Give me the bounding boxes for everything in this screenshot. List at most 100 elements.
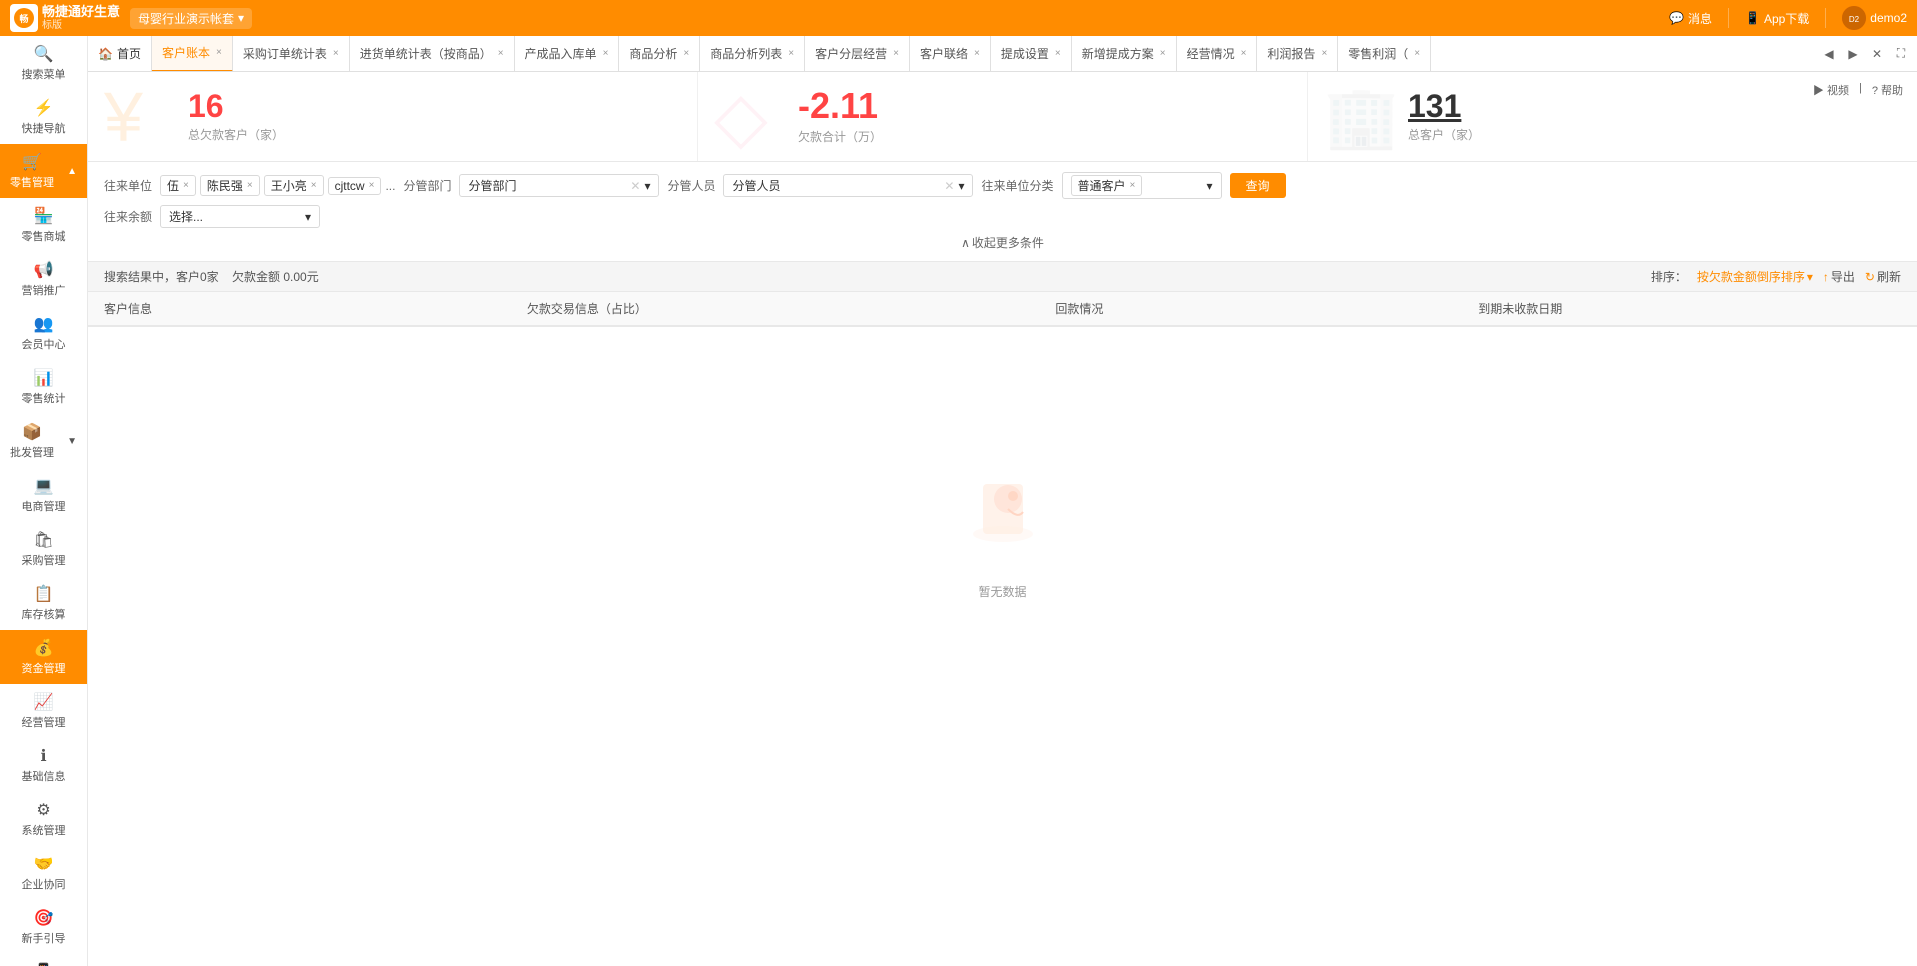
tab-customer-contact-label: 客户联络	[920, 45, 968, 62]
tab-scroll-right[interactable]: ▶	[1843, 44, 1863, 64]
tab-home[interactable]: 🏠 首页	[88, 36, 152, 72]
sidebar-item-operation[interactable]: 📈 经营管理	[0, 684, 87, 738]
sidebar-item-purchase[interactable]: 🛍 采购管理	[0, 522, 87, 576]
sidebar-item-system[interactable]: ⚙ 系统管理	[0, 792, 87, 846]
filter-tag-1-label: 伍	[167, 177, 179, 194]
dept-select[interactable]: 分管部门 ✕ ▾	[459, 174, 659, 197]
stats-help: ▶ 视频 | ? 帮助	[1813, 82, 1903, 98]
results-bar: 搜索结果中，客户0家 欠款金额 0.00元 排序： 按欠款金额倒序排序 ▾ ↑ …	[88, 262, 1917, 292]
sidebar-item-newcomer[interactable]: 🎯 新手引导	[0, 900, 87, 954]
filter-tag-3: 王小亮 ×	[264, 175, 324, 196]
tab-raise-settings[interactable]: 提成设置 ×	[991, 36, 1072, 72]
person-clear-icon[interactable]: ✕	[944, 179, 954, 193]
tab-retail-profit[interactable]: 零售利润（ ×	[1338, 36, 1431, 72]
tab-cost-inbound[interactable]: 产成品入库单 ×	[515, 36, 620, 72]
sidebar-item-retail-mall[interactable]: 🏪 零售商城	[0, 198, 87, 252]
filter-tag-2-remove[interactable]: ×	[247, 180, 253, 191]
tab-raise-settings-close[interactable]: ×	[1055, 48, 1061, 59]
sidebar-item-app-center[interactable]: 📱 应用中心	[0, 954, 87, 966]
filter-tag-3-remove[interactable]: ×	[311, 180, 317, 191]
tab-product-analysis-list-close[interactable]: ×	[788, 48, 794, 59]
tab-inbound-close[interactable]: ×	[498, 48, 504, 59]
refresh-btn[interactable]: ↻ 刷新	[1865, 268, 1901, 285]
tab-cost-inbound-close[interactable]: ×	[603, 48, 609, 59]
export-btn[interactable]: ↑ 导出	[1823, 268, 1855, 285]
tab-product-analysis-list-label: 商品分析列表	[710, 45, 782, 62]
stat-total-customers-label: 总客户（家）	[1408, 126, 1480, 143]
sidebar-item-enterprise[interactable]: 🤝 企业协同	[0, 846, 87, 900]
person-select[interactable]: 分管人员 ✕ ▾	[723, 174, 973, 197]
dept-clear-icon[interactable]: ✕	[630, 179, 640, 193]
filter-tag-1-remove[interactable]: ×	[183, 180, 189, 191]
sidebar-item-ecommerce[interactable]: 💻 电商管理	[0, 468, 87, 522]
message-btn[interactable]: 💬 消息	[1669, 10, 1712, 27]
tab-fullscreen[interactable]: ⛶	[1891, 44, 1911, 64]
tab-purchase-orders[interactable]: 采购订单统计表 ×	[233, 36, 350, 72]
sidebar-item-quick-nav[interactable]: ⚡ 快捷导航	[0, 90, 87, 144]
unit-label: 往来单位	[104, 177, 152, 194]
sidebar-item-member-center[interactable]: 👥 会员中心	[0, 306, 87, 360]
tab-profit-report-close[interactable]: ×	[1321, 48, 1327, 59]
sidebar-newcomer-label: 新手引导	[22, 930, 66, 946]
user-profile[interactable]: D2 demo2	[1842, 6, 1907, 30]
tab-bar-controls: ◀ ▶ ✕ ⛶	[1813, 44, 1917, 64]
tab-customer-contact-close[interactable]: ×	[974, 48, 980, 59]
sidebar-item-marketing[interactable]: 📢 营销推广	[0, 252, 87, 306]
stat-debt-total-value: -2.11	[798, 88, 882, 124]
tab-customer-seg-close[interactable]: ×	[893, 48, 899, 59]
svg-text:畅: 畅	[19, 13, 28, 24]
expand-icon: ▲	[67, 166, 77, 177]
results-info: 搜索结果中，客户0家 欠款金额 0.00元	[104, 268, 319, 285]
filter-tag-4: cjttcw ×	[328, 177, 382, 195]
tab-new-raise-plan-close[interactable]: ×	[1160, 48, 1166, 59]
unit-type-tag-remove[interactable]: ×	[1130, 180, 1136, 191]
sort-prefix: 排序：	[1651, 268, 1687, 285]
sidebar-ecommerce-label: 电商管理	[22, 498, 66, 514]
filter-more[interactable]: ...	[385, 179, 395, 193]
tab-customers-label: 客户账本	[162, 44, 210, 61]
search-icon: 🔍	[34, 44, 54, 64]
sidebar-item-retail-stats[interactable]: 📊 零售统计	[0, 360, 87, 414]
tab-business-situation-close[interactable]: ×	[1241, 48, 1247, 59]
sidebar-item-search[interactable]: 🔍 搜索菜单	[0, 36, 87, 90]
sidebar-finance-label: 资金管理	[22, 660, 66, 676]
collapse-btn[interactable]: ∧ 收起更多条件	[961, 234, 1044, 251]
app-download-btn[interactable]: 📱 App下载	[1745, 10, 1809, 27]
tab-close-all[interactable]: ✕	[1867, 44, 1887, 64]
sidebar-item-inventory[interactable]: 📋 库存核算	[0, 576, 87, 630]
col-overdue-date: 到期未收款日期	[1478, 300, 1901, 317]
unit-type-select[interactable]: 普通客户 × ▾	[1062, 172, 1222, 199]
tab-inbound-stats[interactable]: 进货单统计表（按商品） ×	[350, 36, 515, 72]
sidebar-item-retail-mgmt[interactable]: 🛒 零售管理 ▲	[0, 144, 87, 198]
tab-customer-segmentation[interactable]: 客户分层经营 ×	[805, 36, 910, 72]
tab-customers-close[interactable]: ×	[216, 47, 222, 58]
system-icon: ⚙	[36, 800, 50, 820]
tab-new-raise-plan[interactable]: 新增提成方案 ×	[1072, 36, 1177, 72]
filter-tag-4-remove[interactable]: ×	[369, 180, 375, 191]
tab-product-analysis-list[interactable]: 商品分析列表 ×	[700, 36, 805, 72]
sidebar-member-center-label: 会员中心	[22, 336, 66, 352]
tab-retail-profit-close[interactable]: ×	[1414, 48, 1420, 59]
tab-business-situation[interactable]: 经营情况 ×	[1177, 36, 1258, 72]
basic-info-icon: ℹ	[40, 746, 46, 766]
account-selector[interactable]: 母婴行业演示帐套 ▾	[130, 8, 252, 29]
stat-total-customers-value[interactable]: 131	[1408, 90, 1480, 122]
tab-scroll-left[interactable]: ◀	[1819, 44, 1839, 64]
tab-profit-report[interactable]: 利润报告 ×	[1257, 36, 1338, 72]
sort-select[interactable]: 按欠款金额倒序排序 ▾	[1697, 268, 1813, 285]
stat-bg-icon-3: 🏢	[1324, 81, 1399, 152]
tab-customers[interactable]: 客户账本 ×	[152, 36, 233, 72]
balance-select[interactable]: 选择... ▾	[160, 205, 320, 228]
sidebar-item-finance[interactable]: 💰 资金管理	[0, 630, 87, 684]
video-btn[interactable]: ▶ 视频	[1813, 82, 1849, 98]
query-button[interactable]: 查询	[1230, 173, 1286, 198]
tab-customer-contact[interactable]: 客户联络 ×	[910, 36, 991, 72]
sidebar-item-wholesale[interactable]: 📦 批发管理 ▼	[0, 414, 87, 468]
stat-bg-icon-2: ◇	[714, 76, 768, 158]
tab-cost-inbound-label: 产成品入库单	[525, 45, 597, 62]
sidebar-item-basic-info[interactable]: ℹ 基础信息	[0, 738, 87, 792]
tab-product-analysis[interactable]: 商品分析 ×	[619, 36, 700, 72]
help-btn[interactable]: ? 帮助	[1872, 82, 1903, 98]
tab-purchase-orders-close[interactable]: ×	[333, 48, 339, 59]
tab-product-analysis-close[interactable]: ×	[683, 48, 689, 59]
